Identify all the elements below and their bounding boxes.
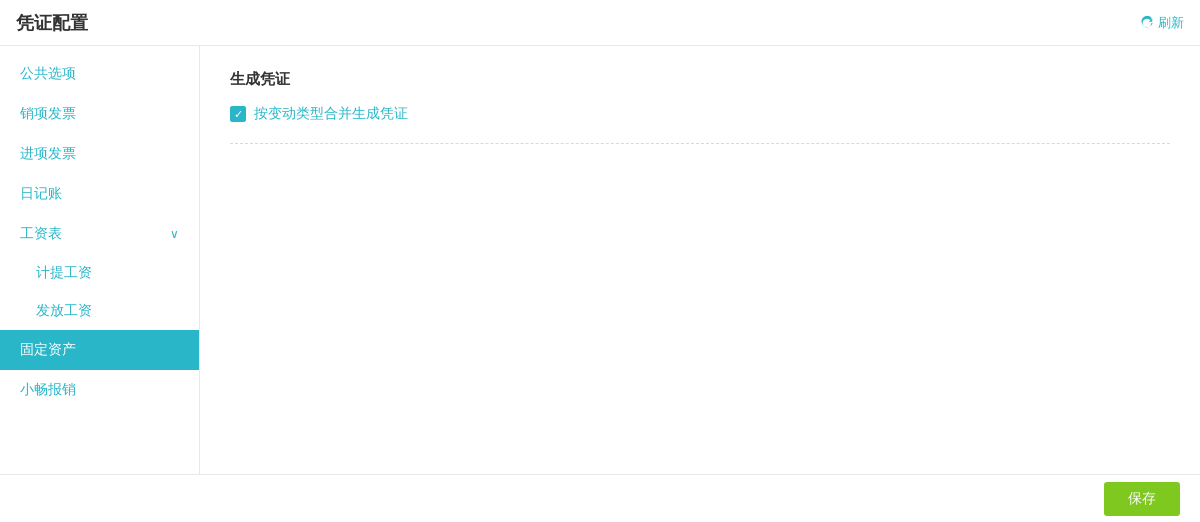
sidebar-item-petty-expense[interactable]: 小畅报销 <box>0 370 199 410</box>
sidebar-item-public-options[interactable]: 公共选项 <box>0 54 199 94</box>
sidebar-item-label: 计提工资 <box>36 264 92 280</box>
sidebar-item-fixed-assets[interactable]: 固定资产 <box>0 330 199 370</box>
sidebar-item-journal[interactable]: 日记账 <box>0 174 199 214</box>
sidebar-item-label: 公共选项 <box>20 65 76 83</box>
sidebar-item-label: 进项发票 <box>20 145 76 163</box>
sidebar-item-label: 小畅报销 <box>20 381 76 399</box>
main-content-area: 生成凭证 按变动类型合并生成凭证 <box>200 46 1200 474</box>
sidebar-item-sales-invoice[interactable]: 销项发票 <box>0 94 199 134</box>
main-layout: 公共选项 销项发票 进项发票 日记账 工资表 ∨ 计提工资 发放工资 固定资产 … <box>0 46 1200 474</box>
merge-voucher-option[interactable]: 按变动类型合并生成凭证 <box>230 105 1170 123</box>
sidebar-item-label: 销项发票 <box>20 105 76 123</box>
refresh-button[interactable]: 刷新 <box>1140 14 1184 32</box>
section-title: 生成凭证 <box>230 70 1170 89</box>
sidebar: 公共选项 销项发票 进项发票 日记账 工资表 ∨ 计提工资 发放工资 固定资产 … <box>0 46 200 474</box>
refresh-icon <box>1140 16 1154 30</box>
refresh-label: 刷新 <box>1158 14 1184 32</box>
page-header: 凭证配置 刷新 <box>0 0 1200 46</box>
sidebar-item-issue-payroll[interactable]: 发放工资 <box>0 292 199 330</box>
sidebar-item-label: 发放工资 <box>36 302 92 318</box>
sidebar-item-label: 固定资产 <box>20 341 76 359</box>
save-button[interactable]: 保存 <box>1104 482 1180 516</box>
page-title: 凭证配置 <box>16 11 88 35</box>
section-divider <box>230 143 1170 144</box>
sidebar-item-label: 工资表 <box>20 225 62 243</box>
page-footer: 保存 <box>0 474 1200 522</box>
merge-voucher-label: 按变动类型合并生成凭证 <box>254 105 408 123</box>
merge-voucher-checkbox[interactable] <box>230 106 246 122</box>
chevron-down-icon: ∨ <box>170 227 179 241</box>
sidebar-item-calc-payroll[interactable]: 计提工资 <box>0 254 199 292</box>
sidebar-item-purchase-invoice[interactable]: 进项发票 <box>0 134 199 174</box>
sidebar-item-payroll-table[interactable]: 工资表 ∨ <box>0 214 199 254</box>
sidebar-item-label: 日记账 <box>20 185 62 203</box>
